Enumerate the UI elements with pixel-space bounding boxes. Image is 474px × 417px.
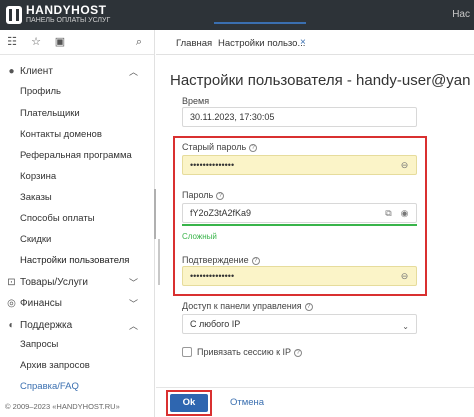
sidebar: ☷ ☆ ▣ ⌕ ● Клиент ︿ Профиль Плательщики К… xyxy=(0,30,155,417)
time-field: 30.11.2023, 17:30:05 xyxy=(182,107,417,127)
search-icon[interactable]: ⌕ xyxy=(133,36,145,48)
active-tab-indicator xyxy=(214,22,306,24)
sidebar-item-profile[interactable]: Профиль xyxy=(20,86,61,97)
help-icon[interactable]: ? xyxy=(294,349,303,357)
page-title: Настройки пользователя - handy-user@yan xyxy=(170,72,471,89)
content-scrollbar[interactable] xyxy=(158,239,160,285)
tab-user-settings[interactable]: Настройки пользо... xyxy=(218,38,305,49)
sidebar-item-cart[interactable]: Корзина xyxy=(20,171,56,182)
chevron-down-icon: ﹀ xyxy=(128,278,138,288)
key-icon[interactable]: ⊖ xyxy=(399,271,410,281)
sidebar-item-faq[interactable]: Справка/FAQ xyxy=(20,381,79,392)
sidebar-item-referral[interactable]: Реферальная программа xyxy=(20,150,132,161)
brand-name: HANDYHOST xyxy=(26,3,107,17)
ok-highlight-box: Ok xyxy=(166,390,212,416)
access-select[interactable]: С любого IP ⌄ xyxy=(182,314,417,334)
password-label: Пароль? xyxy=(182,190,225,200)
star-icon[interactable]: ☆ xyxy=(30,36,42,48)
sidebar-item-payment-methods[interactable]: Способы оплаты xyxy=(20,213,95,224)
chevron-down-icon: ﹀ xyxy=(128,299,138,309)
chevron-down-icon: ⌄ xyxy=(402,322,409,331)
cancel-button[interactable]: Отмена xyxy=(230,397,264,408)
sidebar-item-requests-archive[interactable]: Архив запросов xyxy=(20,360,90,371)
brand-tagline: ПАНЕЛЬ ОПЛАТЫ УСЛУГ xyxy=(26,17,111,24)
brand-logo[interactable]: HANDYHOST ПАНЕЛЬ ОПЛАТЫ УСЛУГ xyxy=(6,4,110,25)
top-header: HANDYHOST ПАНЕЛЬ ОПЛАТЫ УСЛУГ Нас xyxy=(0,0,474,30)
bind-session-checkbox[interactable] xyxy=(182,347,192,357)
sidebar-item-payers[interactable]: Плательщики xyxy=(20,108,80,119)
tab-bar: Главная Настройки пользо... × xyxy=(156,30,474,55)
tab-home[interactable]: Главная xyxy=(176,38,212,49)
sidebar-item-user-settings[interactable]: Настройки пользователя xyxy=(20,255,129,266)
password-strength-bar xyxy=(182,224,417,226)
sidebar-toolbar: ☷ ☆ ▣ ⌕ xyxy=(0,30,154,55)
help-icon[interactable]: ? xyxy=(216,192,225,200)
help-icon[interactable]: ? xyxy=(251,257,260,265)
password-input[interactable]: fY2oZ3tA2fKa9 ⧉ ◉ xyxy=(182,203,417,223)
logo-icon xyxy=(6,5,22,24)
password-strength-label: Сложный xyxy=(182,232,217,241)
sidebar-item-requests[interactable]: Запросы xyxy=(20,339,58,350)
cart-icon: ⊡ xyxy=(7,277,16,288)
sidebar-item-discounts[interactable]: Скидки xyxy=(20,234,51,245)
user-icon: ● xyxy=(8,66,15,77)
headset-icon: ◐ xyxy=(8,320,15,331)
form-footer: Ok Отмена xyxy=(156,387,474,417)
sitemap-icon[interactable]: ☷ xyxy=(6,36,18,48)
briefcase-icon[interactable]: ▣ xyxy=(54,36,66,48)
sidebar-section-support[interactable]: ◐ Поддержка ︿ xyxy=(0,316,155,336)
copyright: © 2009–2023 «HANDYHOST.RU» xyxy=(5,402,120,411)
sidebar-item-orders[interactable]: Заказы xyxy=(20,192,52,203)
eye-icon[interactable]: ◉ xyxy=(399,208,410,218)
old-password-label: Старый пароль? xyxy=(182,142,258,152)
bind-session-label[interactable]: Привязать сессию к IP? xyxy=(197,347,303,357)
sidebar-item-domain-contacts[interactable]: Контакты доменов xyxy=(20,129,102,140)
sidebar-section-client[interactable]: ● Клиент ︿ xyxy=(0,62,155,82)
sidebar-section-products[interactable]: ⊡ Товары/Услуги ﹀ xyxy=(0,273,155,293)
access-label: Доступ к панели управления? xyxy=(182,301,313,311)
help-icon[interactable]: ? xyxy=(304,303,313,311)
settings-form: Настройки пользователя - handy-user@yan … xyxy=(156,56,474,417)
coins-icon: ◎ xyxy=(7,298,16,309)
chevron-up-icon: ︿ xyxy=(128,67,138,77)
old-password-input[interactable]: •••••••••••••• ⊖ xyxy=(182,155,417,175)
close-icon[interactable]: × xyxy=(300,37,306,48)
time-label: Время xyxy=(182,96,210,106)
ok-button[interactable]: Ok xyxy=(170,394,208,412)
user-menu[interactable]: Нас xyxy=(452,9,470,20)
copy-icon[interactable]: ⧉ xyxy=(383,208,394,218)
chevron-up-icon: ︿ xyxy=(128,321,138,331)
key-icon[interactable]: ⊖ xyxy=(399,160,410,170)
sidebar-section-finance[interactable]: ◎ Финансы ﹀ xyxy=(0,294,155,314)
confirm-password-input[interactable]: •••••••••••••• ⊖ xyxy=(182,266,417,286)
help-icon[interactable]: ? xyxy=(249,144,258,152)
confirm-password-label: Подтверждение? xyxy=(182,255,260,265)
